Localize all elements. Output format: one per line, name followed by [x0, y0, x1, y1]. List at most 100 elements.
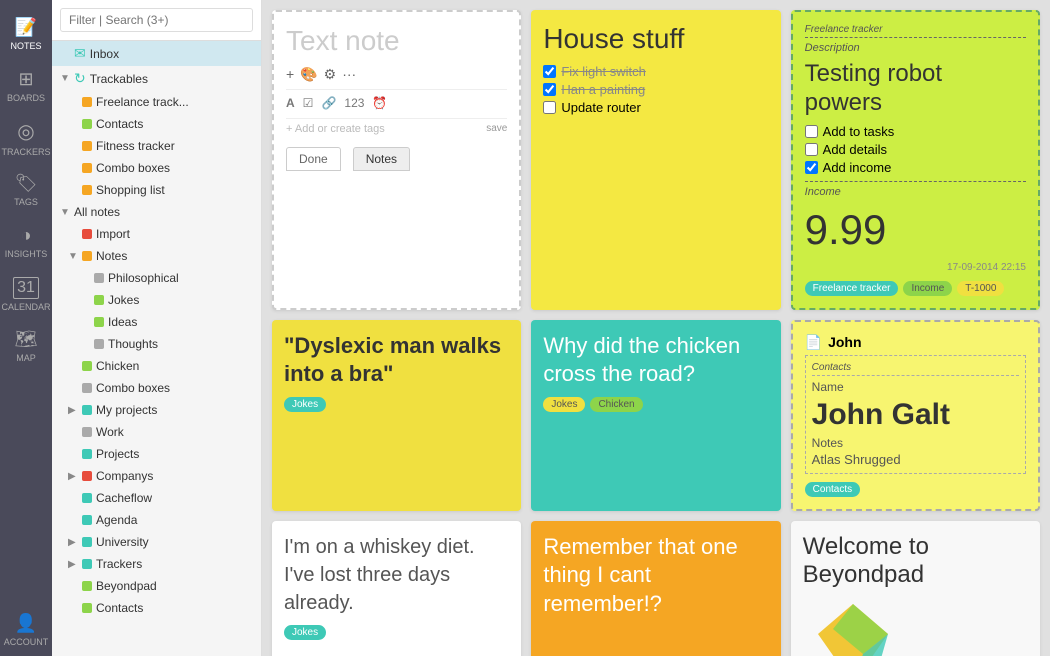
action-item: Add to tasks [805, 124, 1026, 139]
notes-icon: 📝 [15, 17, 37, 38]
sidebar-trackable-freelance[interactable]: Freelance track... [52, 91, 261, 113]
save-button[interactable]: save [486, 123, 507, 134]
trackable-dot [82, 97, 92, 107]
quote-title: "Dyslexic man walks into a bra" [284, 332, 509, 389]
trackable-dot [82, 141, 92, 151]
sidebar-note-philosophical[interactable]: Philosophical [52, 267, 261, 289]
checklist-item: Fix light switch [543, 64, 768, 79]
whiskey-title: I'm on a whiskey diet. I've lost three d… [284, 533, 509, 617]
main-content: Text note + 🎨 ⚙ ··· A ☑ 🔗 123 ⏰ + Add or… [262, 0, 1050, 656]
bottom-tabs: Done Notes [286, 147, 507, 171]
sidebar-item-agenda[interactable]: Agenda [52, 509, 261, 531]
nav-account[interactable]: 👤 ACCOUNT [0, 604, 52, 656]
note-john: 📄 John Contacts Name John Galt Notes Atl… [791, 320, 1040, 511]
palette-icon[interactable]: 🎨 [300, 66, 317, 83]
name-label: Name [812, 380, 1019, 394]
more-icon[interactable]: ··· [342, 66, 356, 82]
sidebar-note-ideas[interactable]: Ideas [52, 311, 261, 333]
tag-jokes3[interactable]: Jokes [284, 625, 326, 640]
trackers-icon: ◎ [17, 119, 34, 144]
thoughts-dot [94, 339, 104, 349]
sidebar-note-thoughts[interactable]: Thoughts [52, 333, 261, 355]
map-icon: 🗺 [15, 329, 38, 350]
notes-group-dot [82, 251, 92, 261]
check-icon[interactable]: ☑ [303, 96, 314, 110]
trackable-dot [82, 163, 92, 173]
notes-label: Notes [812, 436, 1019, 450]
tag-contacts[interactable]: Contacts [805, 482, 860, 497]
tag-t1000[interactable]: T-1000 [957, 281, 1004, 296]
insights-icon: ◑ [21, 225, 32, 246]
nav-sidebar: 📝 NOTES ⊞ BOARDS ◎ TRACKERS 🏷 TAGS ◑ INS… [0, 0, 52, 656]
sidebar-item-university[interactable]: ▶ University [52, 531, 261, 553]
tag-income[interactable]: Income [903, 281, 952, 296]
sidebar-item-chicken[interactable]: Chicken [52, 355, 261, 377]
sidebar-note-jokes[interactable]: Jokes [52, 289, 261, 311]
john-notes-val: Atlas Shrugged [812, 452, 1019, 467]
tab-notes[interactable]: Notes [353, 147, 410, 171]
sidebar-item-comboboxes[interactable]: Combo boxes [52, 377, 261, 399]
nav-tags[interactable]: 🏷 TAGS [0, 164, 52, 216]
freelance-subtitle: Description [805, 42, 1026, 54]
sidebar-item-myprojects[interactable]: ▶ My projects [52, 399, 261, 421]
sidebar-item-cacheflow[interactable]: Cacheflow [52, 487, 261, 509]
search-bar [52, 0, 261, 41]
number-icon[interactable]: 123 [344, 96, 364, 110]
add-tags[interactable]: + Add or create tags save [286, 118, 507, 139]
format-bar: A ☑ 🔗 123 ⏰ [286, 89, 507, 110]
action-item: Add details [805, 142, 1026, 157]
note-welcome: Welcome to Beyondpad [791, 521, 1040, 656]
sidebar-item-notes-group[interactable]: ▼ Notes [52, 245, 261, 267]
sidebar-item-contacts-bottom[interactable]: Contacts [52, 597, 261, 619]
john-name: John Galt [812, 398, 1019, 432]
welcome-logo [803, 599, 1028, 656]
nav-boards[interactable]: ⊞ BOARDS [0, 60, 52, 112]
nav-insights[interactable]: ◑ INSIGHTS [0, 216, 52, 268]
sidebar-trackable-shopping[interactable]: Shopping list [52, 179, 261, 201]
house-stuff-title: House stuff [543, 22, 768, 56]
search-input[interactable] [60, 8, 253, 32]
freelance-timestamp: 17-09-2014 22:15 [805, 262, 1026, 273]
clock-icon[interactable]: ⏰ [372, 96, 387, 110]
nav-trackers[interactable]: ◎ TRACKERS [0, 112, 52, 164]
sidebar-trackable-fitness[interactable]: Fitness tracker [52, 135, 261, 157]
sidebar-item-beyondpad[interactable]: Beyondpad [52, 575, 261, 597]
sidebar-item-companys[interactable]: ▶ Companys [52, 465, 261, 487]
gear-icon[interactable]: ⚙ [324, 66, 337, 83]
remember-title: Remember that one thing I cant remember!… [543, 533, 768, 619]
tag-chicken[interactable]: Chicken [590, 397, 642, 412]
whiskey-tags: Jokes [284, 625, 509, 640]
sidebar-item-work[interactable]: Work [52, 421, 261, 443]
inbox-icon: ✉ [74, 45, 86, 62]
sidebar-item-import[interactable]: Import [52, 223, 261, 245]
tree-sidebar: ✉ Inbox ▼ ↻ Trackables Freelance track..… [52, 0, 262, 656]
text-note-title: Text note [286, 24, 507, 58]
add-icon[interactable]: + [286, 66, 294, 82]
sidebar-item-projects[interactable]: Projects [52, 443, 261, 465]
sidebar-item-trackables[interactable]: ▼ ↻ Trackables [52, 66, 261, 91]
freelance-label: Freelance tracker [805, 24, 1026, 38]
sidebar-trackable-combo[interactable]: Combo boxes [52, 157, 261, 179]
link-icon[interactable]: 🔗 [321, 96, 336, 110]
tag-jokes[interactable]: Jokes [284, 397, 326, 412]
sidebar-trackable-contacts[interactable]: Contacts [52, 113, 261, 135]
nav-calendar[interactable]: 31 CALENDAR [0, 268, 52, 320]
notes-grid: Text note + 🎨 ⚙ ··· A ☑ 🔗 123 ⏰ + Add or… [262, 0, 1050, 656]
nav-map[interactable]: 🗺 MAP [0, 320, 52, 372]
sidebar-item-inbox[interactable]: ✉ Inbox [52, 41, 261, 66]
john-header: 📄 John [805, 334, 1026, 351]
trackables-icon: ↻ [74, 70, 86, 87]
chicken-title: Why did the chicken cross the road? [543, 332, 768, 389]
tab-done[interactable]: Done [286, 147, 341, 171]
calendar-icon: 31 [13, 277, 39, 299]
sidebar-item-allnotes[interactable]: ▼ All notes [52, 201, 261, 223]
note-quote: "Dyslexic man walks into a bra" Jokes [272, 320, 521, 511]
sidebar-item-trackers[interactable]: ▶ Trackers [52, 553, 261, 575]
nav-notes[interactable]: 📝 NOTES [0, 8, 52, 60]
john-tags: Contacts [805, 482, 1026, 497]
note-chicken: Why did the chicken cross the road? Joke… [531, 320, 780, 511]
font-icon[interactable]: A [286, 96, 295, 110]
tag-jokes2[interactable]: Jokes [543, 397, 585, 412]
tag-freelance[interactable]: Freelance tracker [805, 281, 899, 296]
note-whiskey: I'm on a whiskey diet. I've lost three d… [272, 521, 521, 656]
